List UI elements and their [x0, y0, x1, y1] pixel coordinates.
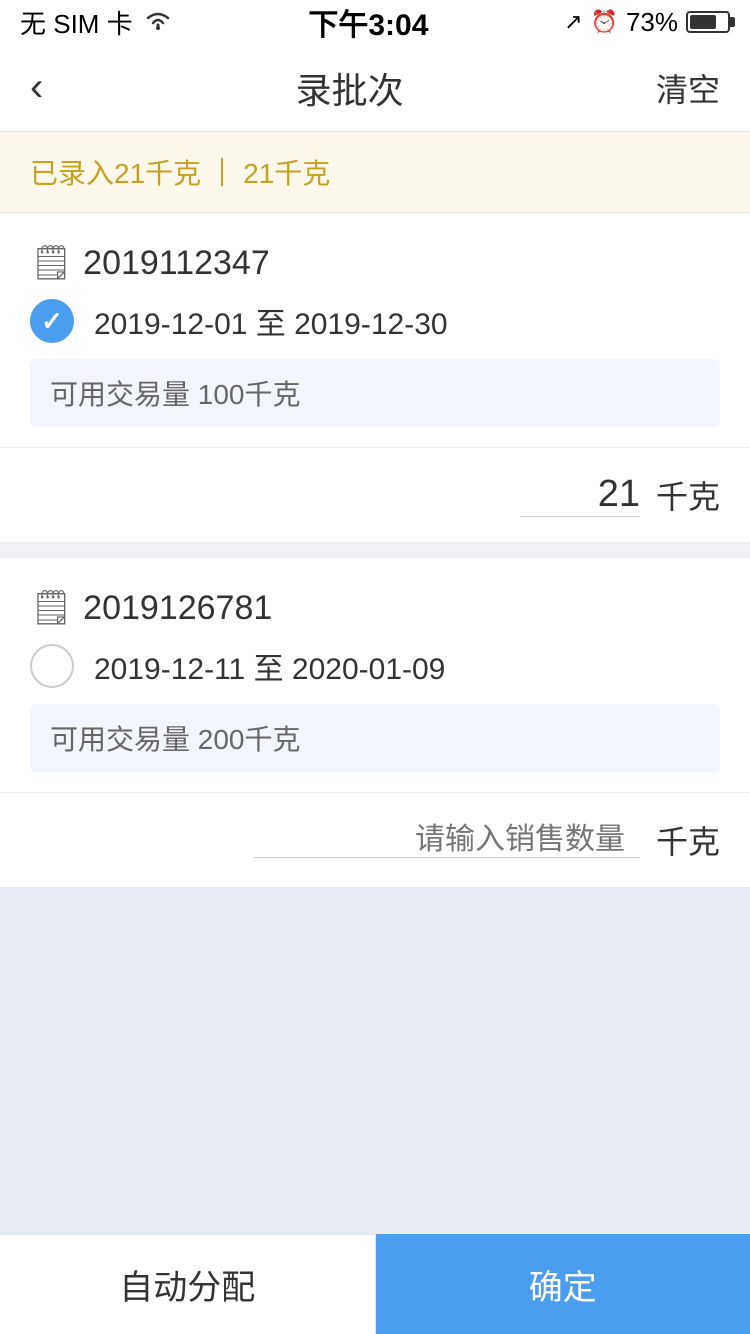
- radio-unchecked-2[interactable]: [30, 644, 74, 688]
- batch-item-2-inner: 🗒 2019126781 2019-12-11 至 2020-01-09 可用交…: [0, 558, 750, 792]
- batch-id-row-1: 🗒 2019112347: [30, 243, 720, 283]
- sim-text: 无 SIM 卡: [20, 4, 133, 41]
- page-title: 录批次: [296, 62, 404, 114]
- quantity-value-1: 21: [598, 473, 640, 515]
- quantity-input-2[interactable]: [254, 823, 640, 857]
- batch-item-1-inner: 🗒 2019112347 2019-12-01 至 2019-12-30 可用交…: [0, 213, 750, 447]
- quantity-underline-1: 21: [520, 473, 640, 517]
- quantity-row-1: 21 千克: [0, 447, 750, 542]
- quantity-unit-1: 千克: [656, 472, 720, 518]
- confirm-button[interactable]: 确定: [376, 1234, 750, 1334]
- availability-box-1: 可用交易量 100千克: [30, 359, 720, 427]
- batch-id-row-2: 🗒 2019126781: [30, 588, 720, 628]
- status-left: 无 SIM 卡: [20, 4, 173, 41]
- batch-id-2: 2019126781: [83, 589, 272, 628]
- availability-box-2: 可用交易量 200千克: [30, 704, 720, 772]
- quantity-unit-2: 千克: [656, 817, 720, 863]
- battery-icon: [686, 11, 730, 33]
- batch-icon-2: 🗒: [30, 588, 73, 628]
- batch-item-2: 🗒 2019126781 2019-12-11 至 2020-01-09 可用交…: [0, 558, 750, 887]
- batch-item-1: 🗒 2019112347 2019-12-01 至 2019-12-30 可用交…: [0, 213, 750, 542]
- location-icon: ↗: [564, 9, 582, 35]
- batch-date-row-1[interactable]: 2019-12-01 至 2019-12-30: [30, 299, 720, 343]
- input-underline-2[interactable]: [254, 823, 640, 858]
- input-row-2[interactable]: 千克: [0, 792, 750, 887]
- info-divider: [221, 158, 223, 186]
- nav-bar: ‹ 录批次 清空: [0, 44, 750, 132]
- auto-distribute-button[interactable]: 自动分配: [0, 1234, 376, 1334]
- clear-button[interactable]: 清空: [656, 65, 720, 111]
- bottom-space: [0, 887, 750, 1277]
- wifi-icon: [143, 7, 173, 38]
- batch-id-1: 2019112347: [83, 244, 270, 283]
- back-button[interactable]: ‹: [30, 65, 43, 110]
- bottom-bar: 自动分配 确定: [0, 1234, 750, 1334]
- battery-fill: [690, 15, 716, 29]
- batch-date-row-2[interactable]: 2019-12-11 至 2020-01-09: [30, 644, 720, 688]
- status-time: 下午3:04: [308, 0, 428, 44]
- alarm-icon: ⏰: [591, 9, 618, 35]
- batch-icon-1: 🗒: [30, 243, 73, 283]
- total-amount: 21千克: [243, 152, 330, 192]
- radio-checked-1[interactable]: [30, 299, 74, 343]
- battery-percent: 73%: [626, 7, 678, 38]
- batch-separator: [0, 542, 750, 558]
- batch-date-1: 2019-12-01 至 2019-12-30: [94, 299, 448, 343]
- recorded-amount: 已录入21千克: [30, 152, 201, 192]
- batch-date-2: 2019-12-11 至 2020-01-09: [94, 644, 445, 688]
- status-right: ↗ ⏰ 73%: [564, 7, 730, 38]
- info-bar: 已录入21千克 21千克: [0, 132, 750, 213]
- status-bar: 无 SIM 卡 下午3:04 ↗ ⏰ 73%: [0, 0, 750, 44]
